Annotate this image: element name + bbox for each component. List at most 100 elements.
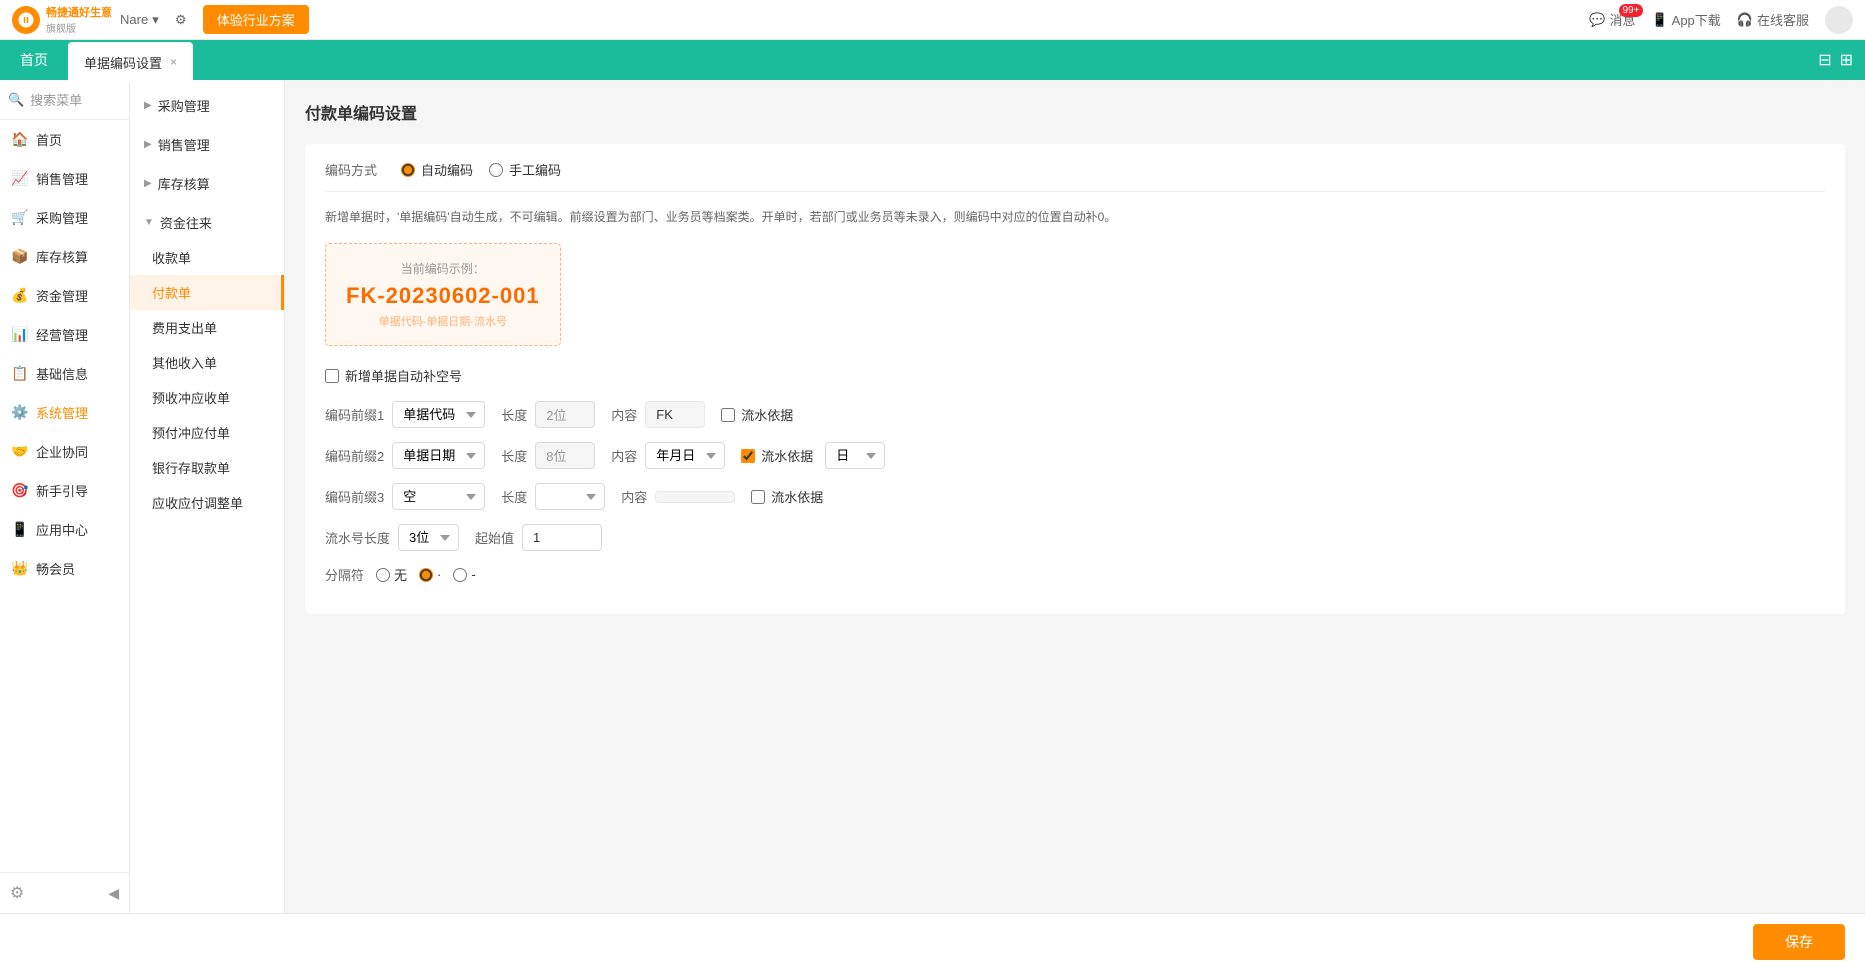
prefix2-stream-label: 流水依据 <box>761 446 813 465</box>
sec-item-payment[interactable]: 付款单 <box>130 275 284 310</box>
sidebar-nav: 🏠 首页 📈 销售管理 🛒 采购管理 📦 库存核算 💰 资金管理 📊 经 <box>0 120 129 872</box>
nav-dropdown[interactable]: Nare ▾ <box>120 12 159 28</box>
sidebar-item-system[interactable]: ⚙️ 系统管理 <box>0 393 129 432</box>
content-area: 付款单编码设置 编码方式 自动编码 手工编码 新增单据时，'单据编码'自动生成，… <box>285 80 1865 913</box>
start-value-input[interactable] <box>522 524 602 551</box>
sec-item-expense[interactable]: 费用支出单 <box>130 310 284 345</box>
auto-fill-checkbox[interactable] <box>325 369 339 383</box>
prefix2-length-label: 长度 <box>501 446 527 465</box>
search-icon: 🔍 <box>8 92 24 108</box>
sec-header-inventory[interactable]: ▶ 库存核算 <box>130 166 284 201</box>
separator-label: 分隔符 <box>325 565 364 584</box>
message-badge: 99+ <box>1619 4 1644 17</box>
prefix3-length-field: 长度 <box>501 483 605 510</box>
message-button[interactable]: 💬 消息 99+ <box>1589 10 1635 29</box>
sec-header-sales[interactable]: ▶ 销售管理 <box>130 127 284 162</box>
online-service-button[interactable]: 🎧 在线客服 <box>1737 10 1809 29</box>
prefix2-stream-checkbox[interactable] <box>741 449 755 463</box>
sidebar-item-home[interactable]: 🏠 首页 <box>0 120 129 159</box>
prefix2-row: 编码前缀2 单据日期 单据代码 空 长度 内容 年月日 年月 <box>325 442 1825 469</box>
tab-close-icon[interactable]: × <box>170 55 177 69</box>
purchase-icon: 🛒 <box>12 210 28 226</box>
save-button[interactable]: 保存 <box>1753 924 1845 960</box>
finance-icon: 💰 <box>12 288 28 304</box>
sep-dash-radio[interactable]: - <box>453 567 475 582</box>
sec-item-adjust[interactable]: 应收应付调整单 <box>130 485 284 520</box>
sec-item-prepay-offset[interactable]: 预收冲应收单 <box>130 380 284 415</box>
sec-item-advance-offset[interactable]: 预付冲应付单 <box>130 415 284 450</box>
avatar[interactable] <box>1825 6 1853 34</box>
prefix1-label: 编码前缀1 <box>325 405 384 424</box>
prefix1-stream-checkbox[interactable] <box>721 408 735 422</box>
sidebar-item-finance[interactable]: 💰 资金管理 <box>0 276 129 315</box>
prefix2-content-select[interactable]: 年月日 年月 年 <box>645 442 725 469</box>
preview-sub: 单据代码-单据日期-流水号 <box>346 313 540 329</box>
prefix3-content-field: 内容 <box>621 487 735 506</box>
sec-item-other-income[interactable]: 其他收入单 <box>130 345 284 380</box>
serial-length-select[interactable]: 3位 4位 5位 <box>398 524 459 551</box>
sidebar-item-appcenter[interactable]: 📱 应用中心 <box>0 510 129 549</box>
prefix2-stream-unit-select[interactable]: 日 月 年 <box>825 442 885 469</box>
sec-item-bank[interactable]: 银行存取款单 <box>130 450 284 485</box>
sidebar-item-inventory[interactable]: 📦 库存核算 <box>0 237 129 276</box>
tab-single-encode[interactable]: 单据编码设置 × <box>68 42 193 82</box>
sep-dot-radio[interactable]: · <box>419 567 441 582</box>
sidebar-search[interactable]: 🔍 搜索菜单 <box>0 80 129 120</box>
encoding-method-group: 编码方式 自动编码 手工编码 <box>325 160 1825 192</box>
topbar-right: 💬 消息 99+ 📱 App下载 🎧 在线客服 <box>1589 6 1853 34</box>
prefix2-content-field: 内容 年月日 年月 年 <box>611 442 725 469</box>
home-icon: 🏠 <box>12 132 28 148</box>
sidebar-item-basic[interactable]: 📋 基础信息 <box>0 354 129 393</box>
prefix3-row: 编码前缀3 空 单据代码 单据日期 长度 内容 <box>325 483 1825 510</box>
sec-group-inventory: ▶ 库存核算 <box>130 166 284 201</box>
sidebar-footer: ⚙ ◀ <box>0 872 129 913</box>
prefix3-length-select[interactable] <box>535 483 605 510</box>
sidebar-item-purchase[interactable]: 🛒 采购管理 <box>0 198 129 237</box>
try-button[interactable]: 体验行业方案 <box>203 5 309 34</box>
basic-icon: 📋 <box>12 366 28 382</box>
sidebar-item-enterprise[interactable]: 🤝 企业协同 <box>0 432 129 471</box>
sidebar-settings-icon[interactable]: ⚙ <box>10 883 24 903</box>
minimize-icon[interactable]: ⊟ <box>1818 50 1831 70</box>
tab-home[interactable]: 首页 <box>0 40 68 80</box>
prefix1-select[interactable]: 单据代码 单据日期 空 <box>392 401 485 428</box>
prefix2-label: 编码前缀2 <box>325 446 384 465</box>
prefix1-field: 编码前缀1 单据代码 单据日期 空 <box>325 401 485 428</box>
member-icon: 👑 <box>12 561 28 577</box>
sidebar-collapse-icon[interactable]: ◀ <box>108 885 119 902</box>
preview-box: 当前编码示例： FK-20230602-001 单据代码-单据日期-流水号 <box>325 243 561 346</box>
prefix3-label: 编码前缀3 <box>325 487 384 506</box>
serial-length-label: 流水号长度 <box>325 528 390 547</box>
sec-item-receipt[interactable]: 收款单 <box>130 240 284 275</box>
sidebar-item-sales[interactable]: 📈 销售管理 <box>0 159 129 198</box>
enterprise-icon: 🤝 <box>12 444 28 460</box>
sidebar-item-guide[interactable]: 🎯 新手引导 <box>0 471 129 510</box>
guide-icon: 🎯 <box>12 483 28 499</box>
manual-encode-radio[interactable]: 手工编码 <box>489 160 561 179</box>
prefix3-stream-checkbox[interactable] <box>751 490 765 504</box>
topbar: 畅捷通好生意 旗舰版 Nare ▾ ⚙ 体验行业方案 💬 消息 99+ 📱 Ap… <box>0 0 1865 40</box>
operation-icon: 📊 <box>12 327 28 343</box>
prefix1-content-label: 内容 <box>611 405 637 424</box>
prefix2-select[interactable]: 单据日期 单据代码 空 <box>392 442 485 469</box>
message-icon: 💬 <box>1589 12 1605 28</box>
appcenter-icon: 📱 <box>12 522 28 538</box>
sidebar-item-operation[interactable]: 📊 经营管理 <box>0 315 129 354</box>
sep-none-radio[interactable]: 无 <box>376 565 407 584</box>
prefix1-stream-label: 流水依据 <box>741 405 793 424</box>
chevron-down-icon2: ▼ <box>144 217 154 228</box>
prefix3-stream-label: 流水依据 <box>771 487 823 506</box>
prefix1-content-field: 内容 FK <box>611 401 705 428</box>
settings-button[interactable]: ⚙ <box>167 6 195 34</box>
prefix3-select[interactable]: 空 单据代码 单据日期 <box>392 483 485 510</box>
auto-encode-radio[interactable]: 自动编码 <box>401 160 473 179</box>
prefix2-stream-field: 流水依据 日 月 年 <box>741 442 885 469</box>
maximize-icon[interactable]: ⊞ <box>1840 50 1853 70</box>
app-logo: 畅捷通好生意 旗舰版 <box>12 4 112 35</box>
sec-header-purchase[interactable]: ▶ 采购管理 <box>130 88 284 123</box>
service-icon: 🎧 <box>1737 12 1753 28</box>
prefix1-row: 编码前缀1 单据代码 单据日期 空 长度 内容 FK <box>325 401 1825 428</box>
sidebar-item-member[interactable]: 👑 畅会员 <box>0 549 129 588</box>
sec-header-capital[interactable]: ▼ 资金往来 <box>130 205 284 240</box>
app-download-button[interactable]: 📱 App下载 <box>1651 10 1720 29</box>
